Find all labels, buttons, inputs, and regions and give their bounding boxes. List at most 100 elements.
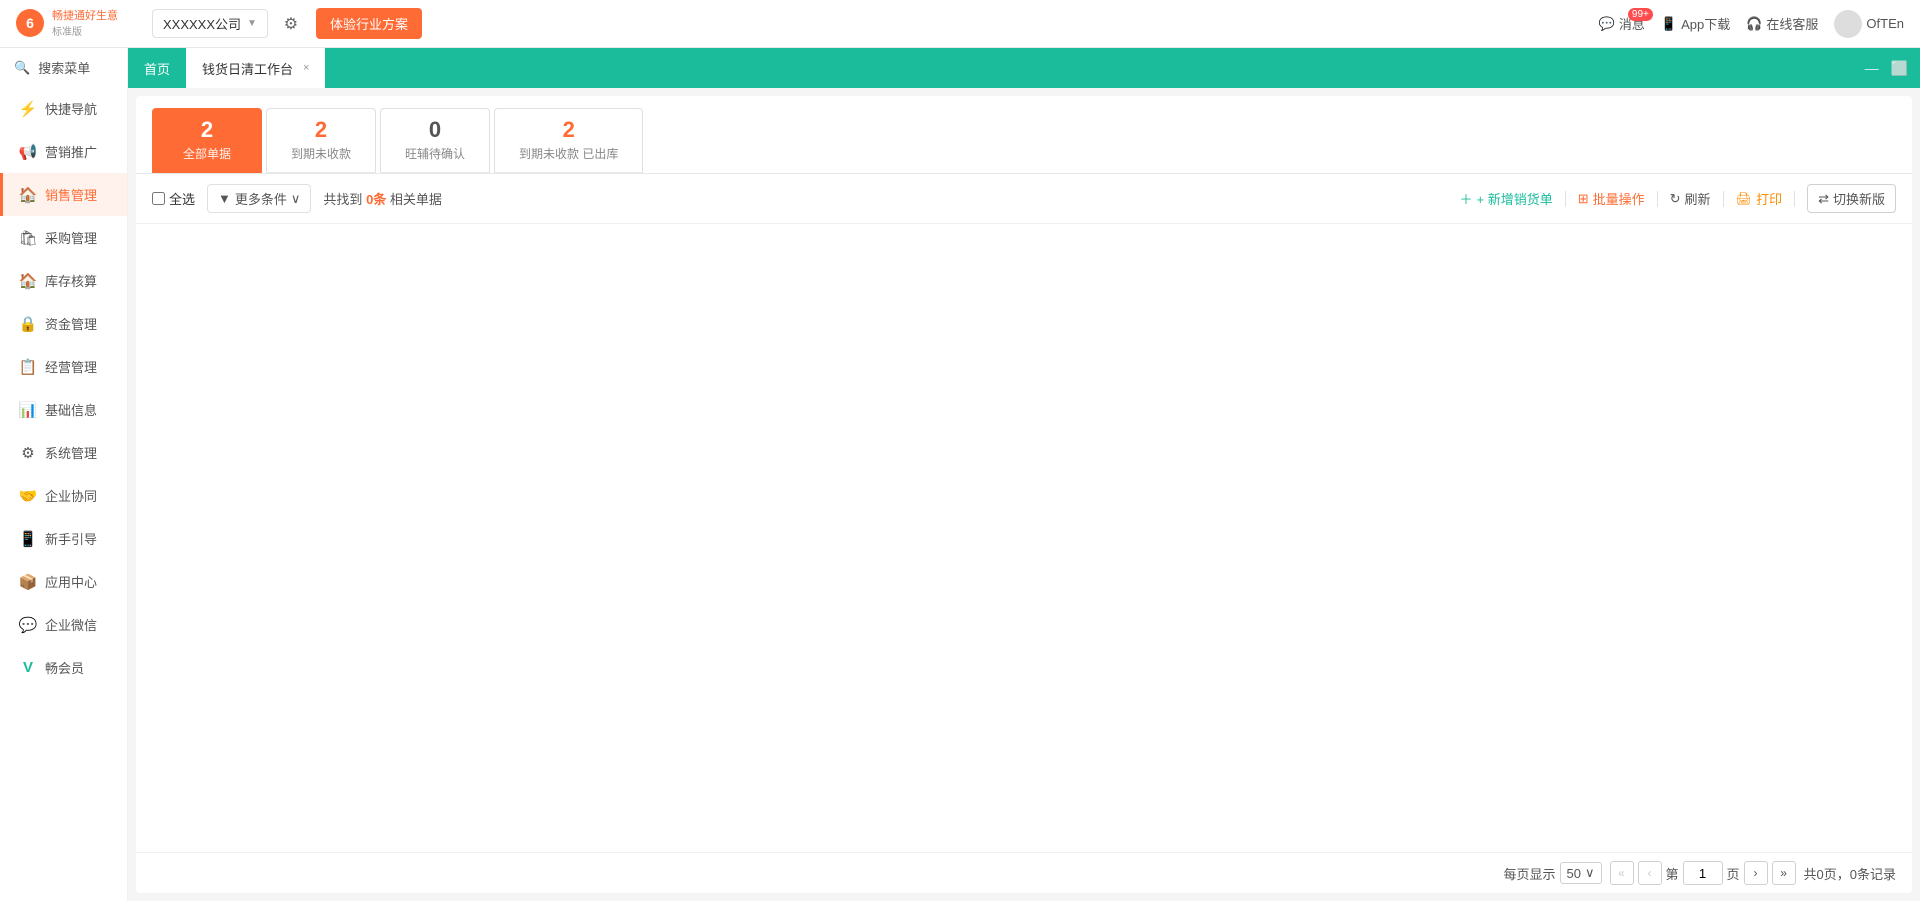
enterprise-icon: 🤝 — [19, 487, 37, 505]
toolbar-right: ＋ + 新增销货单 ⊞ 批量操作 ↻ 刷新 🖨 打印 — [1459, 184, 1896, 213]
sidebar-item-basic-info[interactable]: 📊 基础信息 — [0, 388, 127, 431]
member-icon: V — [19, 659, 37, 677]
service-icon: 🎧 — [1746, 16, 1762, 32]
quick-nav-icon: ⚡ — [19, 100, 37, 118]
app-download-button[interactable]: 📱 App下载 — [1661, 14, 1730, 33]
stat-count-overdue: 2 — [315, 117, 327, 143]
switch-icon: ⇄ — [1818, 191, 1829, 207]
marketing-icon: 📢 — [19, 143, 37, 161]
header-right: 💬 消息 99+ 📱 App下载 🎧 在线客服 OfTEn — [1599, 10, 1904, 38]
sidebar-item-app-center[interactable]: 📦 应用中心 — [0, 560, 127, 603]
per-page-value: 50 — [1567, 866, 1581, 881]
main-content: 2 全部单据 2 到期未收款 0 旺辅待确认 2 到期未收款 已出库 全选 — [128, 88, 1920, 901]
stat-label-all: 全部单据 — [183, 145, 231, 162]
stat-tab-overdue[interactable]: 2 到期未收款 — [266, 108, 376, 173]
sidebar-item-finance[interactable]: 🔒 资金管理 — [0, 302, 127, 345]
sales-icon: 🏠 — [19, 186, 37, 204]
basic-info-icon: 📊 — [19, 401, 37, 419]
sidebar-item-operations[interactable]: 📋 经营管理 — [0, 345, 127, 388]
stat-tab-shipped[interactable]: 2 到期未收款 已出库 — [494, 108, 643, 173]
page-input[interactable] — [1683, 861, 1723, 885]
experience-button[interactable]: 体验行业方案 — [316, 8, 422, 39]
purchase-icon: 🛍 — [19, 229, 37, 247]
print-icon: 🖨 — [1736, 191, 1753, 207]
stat-label-shipped: 到期未收款 已出库 — [519, 145, 618, 162]
select-all-input[interactable] — [152, 192, 165, 205]
per-page-select-box[interactable]: 50 ∨ — [1560, 862, 1602, 884]
tab-actions: — ⬜ — [1861, 56, 1920, 81]
top-header: 6 畅捷通好生意 标准版 XXXXXX公司 ▼ ⚙ 体验行业方案 💬 消息 99… — [0, 0, 1920, 48]
username-label: OfTEn — [1866, 16, 1904, 31]
company-dropdown-arrow: ▼ — [247, 18, 257, 29]
tab-active-workbench[interactable]: 钱货日清工作台 × — [186, 48, 325, 88]
sidebar-item-marketing[interactable]: 📢 营销推广 — [0, 130, 127, 173]
search-icon: 🔍 — [14, 60, 30, 76]
toolbar-divider-4 — [1794, 191, 1795, 207]
stat-tab-all[interactable]: 2 全部单据 — [152, 108, 262, 173]
page-label: 第 — [1666, 864, 1679, 883]
sidebar-item-wechat[interactable]: 💬 企业微信 — [0, 603, 127, 646]
active-tab-label: 钱货日清工作台 — [202, 59, 293, 78]
batch-icon: ⊞ — [1578, 191, 1589, 207]
sidebar-item-sales[interactable]: 🏠 销售管理 — [0, 173, 127, 216]
messages-button[interactable]: 💬 消息 99+ — [1599, 14, 1645, 33]
online-service-button[interactable]: 🎧 在线客服 — [1746, 14, 1818, 33]
refresh-icon: ↻ — [1670, 191, 1681, 207]
page-last-button[interactable]: » — [1772, 861, 1796, 885]
stat-tab-wangwang[interactable]: 0 旺辅待确认 — [380, 108, 490, 173]
sidebar-item-system[interactable]: ⚙ 系统管理 — [0, 431, 127, 474]
user-avatar-area[interactable]: OfTEn — [1834, 10, 1904, 38]
guide-icon: 📱 — [19, 530, 37, 548]
operations-icon: 📋 — [19, 358, 37, 376]
found-count: 0条 — [366, 192, 386, 207]
page-first-button[interactable]: « — [1610, 861, 1634, 885]
tab-maximize-btn[interactable]: ⬜ — [1887, 56, 1912, 81]
page-navigation: « ‹ 第 页 › » — [1610, 861, 1796, 885]
messages-badge: 99+ — [1628, 8, 1653, 21]
message-icon: 💬 — [1599, 16, 1615, 32]
page-prev-button[interactable]: ‹ — [1638, 861, 1662, 885]
filter-arrow-icon: ∨ — [291, 191, 301, 207]
print-button[interactable]: 🖨 打印 — [1736, 189, 1783, 208]
inventory-icon: 🏠 — [19, 272, 37, 290]
tab-close-icon[interactable]: × — [303, 62, 309, 74]
toolbar-divider-1 — [1565, 191, 1566, 207]
toolbar-divider-3 — [1723, 191, 1724, 207]
avatar — [1834, 10, 1862, 38]
settings-button[interactable]: ⚙ — [276, 9, 306, 39]
tab-bar: 首页 钱货日清工作台 × — ⬜ — [128, 48, 1920, 88]
found-text: 共找到 0条 相关单据 — [323, 189, 442, 208]
switch-version-button[interactable]: ⇄ 切换新版 — [1807, 184, 1896, 213]
sidebar-item-purchase[interactable]: 🛍 采购管理 — [0, 216, 127, 259]
add-sale-button[interactable]: ＋ + 新增销货单 — [1459, 189, 1552, 208]
refresh-button[interactable]: ↻ 刷新 — [1670, 189, 1711, 208]
tab-home[interactable]: 首页 — [128, 48, 186, 88]
company-selector[interactable]: XXXXXX公司 ▼ — [152, 9, 268, 38]
sidebar-item-guide[interactable]: 📱 新手引导 — [0, 517, 127, 560]
logo-area: 6 畅捷通好生意 标准版 — [16, 9, 144, 38]
page-suffix: 页 — [1727, 864, 1740, 883]
sidebar: 🔍 搜索菜单 ⚡ 快捷导航 📢 营销推广 🏠 销售管理 🛍 采购管理 🏠 库存核… — [0, 48, 128, 901]
tab-minimize-btn[interactable]: — — [1861, 56, 1883, 80]
pagination-bar: 每页显示 50 ∨ « ‹ 第 页 › » 共0页，0条记录 — [136, 852, 1912, 893]
table-area — [136, 224, 1912, 852]
company-name: XXXXXX公司 — [163, 14, 241, 33]
batch-operation-button[interactable]: ⊞ 批量操作 — [1578, 189, 1645, 208]
add-icon: ＋ — [1459, 189, 1472, 208]
toolbar-divider-2 — [1657, 191, 1658, 207]
app-version: 标准版 — [52, 23, 118, 38]
stat-count-wangwang: 0 — [429, 117, 441, 143]
sidebar-item-enterprise[interactable]: 🤝 企业协同 — [0, 474, 127, 517]
system-icon: ⚙ — [19, 444, 37, 462]
sidebar-item-member[interactable]: V 畅会员 — [0, 646, 127, 689]
sidebar-item-inventory[interactable]: 🏠 库存核算 — [0, 259, 127, 302]
filter-button[interactable]: ▼ 更多条件 ∨ — [207, 184, 311, 213]
app-logo-icon: 6 — [16, 9, 44, 37]
stat-count-shipped: 2 — [563, 117, 575, 143]
search-menu-item[interactable]: 🔍 搜索菜单 — [0, 48, 127, 87]
page-next-button[interactable]: › — [1744, 861, 1768, 885]
select-all-checkbox[interactable]: 全选 — [152, 189, 195, 208]
wechat-icon: 💬 — [19, 616, 37, 634]
sidebar-item-quick-nav[interactable]: ⚡ 快捷导航 — [0, 87, 127, 130]
app-download-icon: 📱 — [1661, 16, 1677, 32]
